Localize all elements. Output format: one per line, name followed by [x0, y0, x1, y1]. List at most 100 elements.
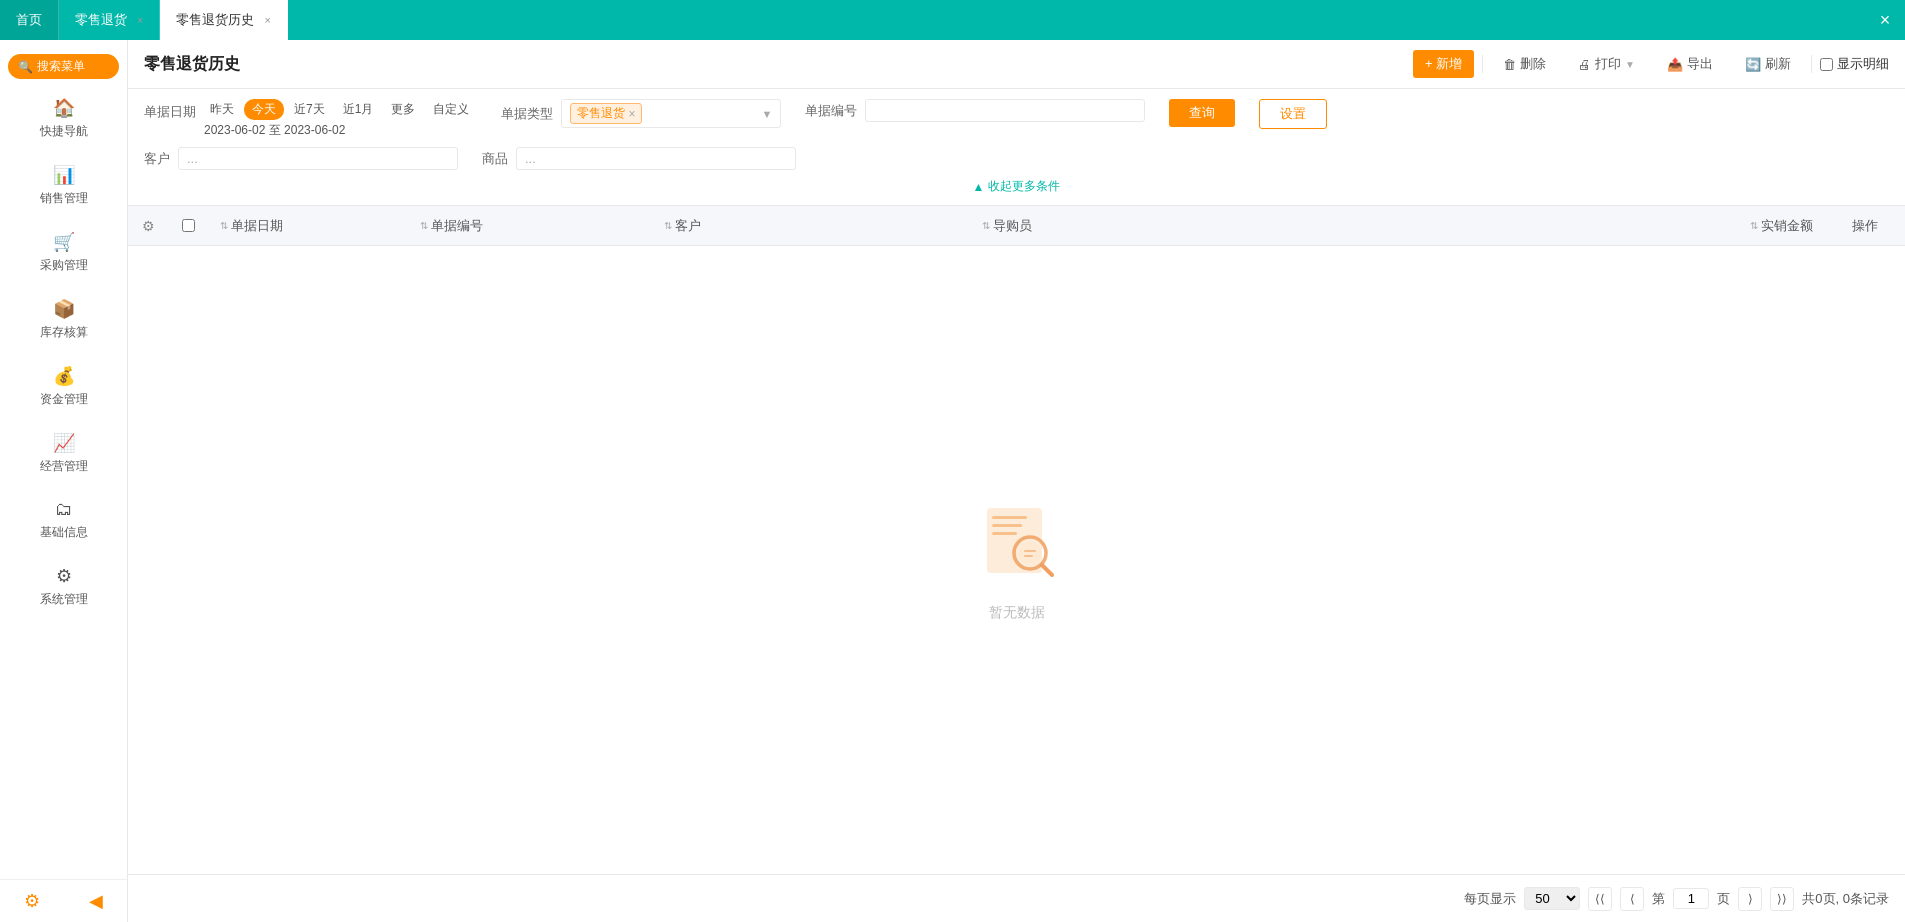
page-number-input[interactable] [1673, 888, 1709, 909]
settings-button[interactable]: 设置 [1259, 99, 1327, 129]
table-container: ⚙ ⇅ 单据日期 ⇅ 单据编号 ⇅ 客户 ⇅ [128, 206, 1905, 874]
table-header: ⚙ ⇅ 单据日期 ⇅ 单据编号 ⇅ 客户 ⇅ [128, 206, 1905, 246]
page-title: 零售退货历史 [144, 54, 240, 75]
tab-home[interactable]: 首页 [0, 0, 59, 40]
page-prev-button[interactable]: ⟨ [1620, 887, 1644, 911]
goods-filter-group: 商品 ... [482, 147, 796, 170]
menu-bottom-button[interactable]: ◀ [89, 890, 103, 912]
date-filter-label: 单据日期 [144, 99, 196, 125]
search-menu-label: 搜索菜单 [37, 58, 85, 75]
sidebar-item-label: 基础信息 [40, 524, 88, 541]
close-retail-return[interactable]: × [137, 14, 143, 26]
empty-icon-svg [972, 498, 1062, 588]
sidebar-item-finance-mgmt[interactable]: 💰 资金管理 [0, 353, 127, 420]
collapse-up-icon: ▲ [973, 180, 985, 194]
date-btn-more[interactable]: 更多 [383, 99, 423, 120]
collapse-button[interactable]: ▲ 收起更多条件 [973, 178, 1061, 195]
sidebar-item-system-mgmt[interactable]: ⚙ 系统管理 [0, 553, 127, 620]
date-btn-yesterday[interactable]: 昨天 [202, 99, 242, 120]
sidebar-item-label: 库存核算 [40, 324, 88, 341]
system-mgmt-icon: ⚙ [56, 565, 72, 587]
page-next-button[interactable]: ⟩ [1738, 887, 1762, 911]
refresh-button[interactable]: 🔄 刷新 [1733, 50, 1803, 78]
select-all-checkbox[interactable] [182, 219, 195, 232]
tab-retail-return[interactable]: 零售退货 × [59, 0, 160, 40]
nav-items: 🏠 快捷导航 📊 销售管理 🛒 采购管理 📦 库存核算 💰 资金管理 📈 [0, 85, 127, 879]
svg-rect-7 [1024, 550, 1036, 552]
svg-rect-2 [992, 524, 1022, 527]
window-close-button[interactable]: × [1865, 0, 1905, 40]
page-last-button[interactable]: ⟩⟩ [1770, 887, 1794, 911]
sidebar-item-purchase-mgmt[interactable]: 🛒 采购管理 [0, 219, 127, 286]
sidebar-item-label: 系统管理 [40, 591, 88, 608]
th-number: ⇅ 单据编号 [408, 209, 652, 243]
date-filter-options: 昨天 今天 近7天 近1月 更多 自定义 2023-06-02 至 2023-0… [202, 99, 477, 139]
inventory-icon: 📦 [53, 298, 75, 320]
search-menu-button[interactable]: 🔍 搜索菜单 [8, 54, 119, 79]
empty-text: 暂无数据 [989, 604, 1045, 622]
finance-mgmt-icon: 💰 [53, 365, 75, 387]
sidebar-item-inventory[interactable]: 📦 库存核算 [0, 286, 127, 353]
sidebar-item-basic-info[interactable]: 🗂 基础信息 [0, 487, 127, 553]
type-filter-label: 单据类型 [501, 105, 553, 123]
type-filter-select[interactable]: 零售退货 × ▼ [561, 99, 781, 128]
query-button[interactable]: 查询 [1169, 99, 1235, 127]
type-tag-remove[interactable]: × [628, 107, 635, 121]
sidebar-item-quick-nav[interactable]: 🏠 快捷导航 [0, 85, 127, 152]
th-operation: 操作 [1825, 209, 1905, 243]
voucher-input[interactable] [865, 99, 1145, 122]
date-btn-7days[interactable]: 近7天 [286, 99, 333, 120]
sidebar-item-label: 经营管理 [40, 458, 88, 475]
type-filter-group: 单据类型 零售退货 × ▼ [501, 99, 781, 128]
type-dropdown-icon: ▼ [761, 108, 772, 120]
sort-icon-number: ⇅ [420, 220, 428, 231]
th-amount: ⇅ 实销金额 [1654, 209, 1825, 243]
export-button[interactable]: 📤 导出 [1655, 50, 1725, 78]
delete-icon: 🗑 [1503, 57, 1516, 72]
delete-button[interactable]: 🗑 删除 [1491, 50, 1558, 78]
date-btn-custom[interactable]: 自定义 [425, 99, 477, 120]
goods-filter-label: 商品 [482, 150, 508, 168]
empty-illustration [972, 498, 1062, 588]
print-icon: 🖨 [1578, 57, 1591, 72]
th-settings: ⚙ [128, 218, 168, 234]
print-button[interactable]: 🖨 打印 ▼ [1566, 50, 1647, 78]
sidebar: 🔍 搜索菜单 🏠 快捷导航 📊 销售管理 🛒 采购管理 📦 库存核算 [0, 40, 128, 922]
export-icon: 📤 [1667, 57, 1683, 72]
svg-rect-1 [992, 516, 1027, 519]
sidebar-bottom: ⚙ ◀ [0, 879, 127, 922]
new-button[interactable]: + 新增 [1413, 50, 1474, 78]
svg-point-5 [1019, 542, 1041, 564]
page-label: 第 [1652, 890, 1665, 908]
sidebar-item-sales-mgmt[interactable]: 📊 销售管理 [0, 152, 127, 219]
customer-input[interactable]: ... [178, 147, 458, 170]
date-btn-today[interactable]: 今天 [244, 99, 284, 120]
page-first-button[interactable]: ⟨⟨ [1588, 887, 1612, 911]
customer-filter-label: 客户 [144, 150, 170, 168]
search-icon: 🔍 [18, 60, 33, 74]
table-body: 暂无数据 [128, 246, 1905, 874]
total-info: 共0页, 0条记录 [1802, 890, 1889, 908]
close-retail-return-history[interactable]: × [264, 14, 270, 26]
tab-retail-return-history[interactable]: 零售退货历史 × [160, 0, 287, 40]
refresh-icon: 🔄 [1745, 57, 1761, 72]
th-date: ⇅ 单据日期 [208, 209, 408, 243]
per-page-select[interactable]: 50 10 20 100 [1524, 887, 1580, 910]
filter-area: 单据日期 昨天 今天 近7天 近1月 更多 自定义 2023-06-02 至 2… [128, 89, 1905, 206]
main-content: 零售退货历史 + 新增 🗑 删除 🖨 打印 ▼ 📤 导出 [128, 40, 1905, 922]
date-range-display: 2023-06-02 至 2023-06-02 [202, 122, 477, 139]
date-btn-1month[interactable]: 近1月 [335, 99, 382, 120]
settings-icon[interactable]: ⚙ [142, 218, 155, 234]
main-layout: 🔍 搜索菜单 🏠 快捷导航 📊 销售管理 🛒 采购管理 📦 库存核算 [0, 40, 1905, 922]
sidebar-item-operation-mgmt[interactable]: 📈 经营管理 [0, 420, 127, 487]
voucher-filter-group: 单据编号 [805, 99, 1145, 122]
sidebar-item-label: 采购管理 [40, 257, 88, 274]
settings-bottom-button[interactable]: ⚙ [24, 890, 40, 912]
divider-2 [1811, 55, 1812, 73]
goods-input[interactable]: ... [516, 147, 796, 170]
show-detail-checkbox[interactable] [1820, 58, 1833, 71]
show-detail-label: 显示明细 [1837, 55, 1889, 73]
customer-filter-group: 客户 ... [144, 147, 458, 170]
voucher-filter-label: 单据编号 [805, 102, 857, 120]
divider-1 [1482, 55, 1483, 73]
